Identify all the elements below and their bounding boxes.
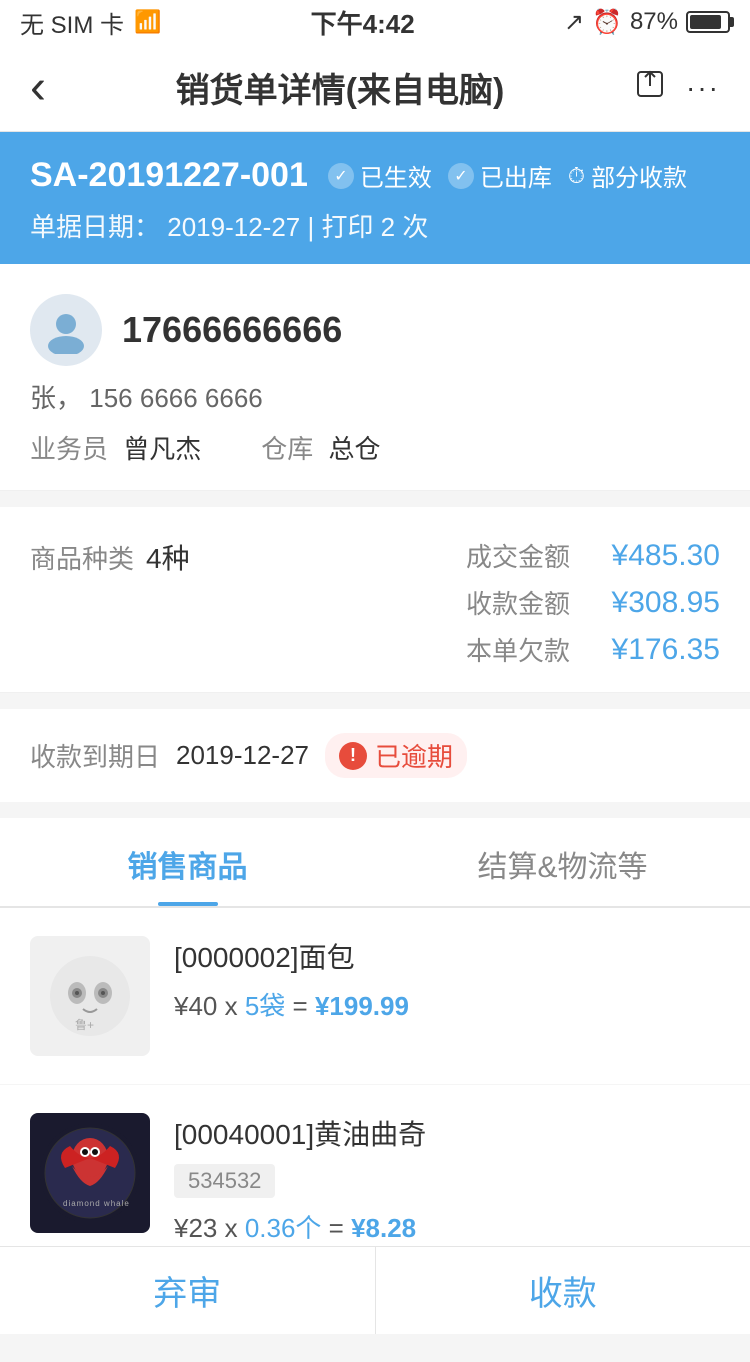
tab-settlement[interactable]: 结算&物流等: [375, 818, 750, 906]
cancel-label: 弃审: [153, 1266, 221, 1315]
product-type-value: 4种: [146, 537, 190, 577]
customer-phone: 17666666666: [122, 309, 342, 351]
customer-detail: 张， 156 6666 6666: [30, 378, 720, 415]
order-id: SA-20191227-001: [30, 156, 308, 195]
deal-amount-label: 成交金额: [466, 537, 570, 574]
due-date-label: 收款到期日: [30, 737, 160, 774]
order-header-top: SA-20191227-001 ✓ 已生效 ✓ 已出库 ⏱ 部分收款: [30, 156, 720, 195]
order-date-value: 2019-12-27: [167, 212, 300, 242]
print-info: | 打印 2 次: [307, 212, 428, 242]
warehouse-label: 仓库: [261, 434, 313, 464]
battery-label: 87%: [630, 8, 678, 36]
badge-partial-label: 部分收款: [591, 158, 687, 193]
location-icon: ↗: [564, 8, 584, 37]
product-info-1: [0000002]面包 ¥40 x 5袋 = ¥199.99: [174, 936, 720, 1023]
product-image-2: diamond whale: [30, 1113, 150, 1233]
customer-name-label: 张，: [30, 383, 82, 413]
order-header: SA-20191227-001 ✓ 已生效 ✓ 已出库 ⏱ 部分收款 单据日期：…: [0, 132, 750, 264]
badge-shipped: ✓ 已出库: [448, 158, 552, 193]
clock-icon: ⏱: [568, 163, 585, 189]
wifi-icon: 📶: [134, 9, 161, 35]
tabs-container: 销售商品 结算&物流等: [0, 818, 750, 906]
badge-shipped-label: 已出库: [480, 158, 552, 193]
tab-settlement-label: 结算&物流等: [477, 851, 647, 884]
deal-amount-value: ¥485.30: [590, 539, 720, 573]
status-left: 无 SIM 卡 📶: [20, 5, 161, 40]
cancel-button[interactable]: 弃审: [0, 1247, 376, 1334]
sales-person-row: 业务员 曾凡杰: [30, 429, 201, 466]
sales-person-value: 曾凡杰: [123, 434, 201, 464]
owed-label: 本单欠款: [466, 631, 570, 668]
tabs-section: 销售商品 结算&物流等: [0, 818, 750, 908]
battery-icon: [686, 11, 730, 33]
amount-section: 成交金额 ¥485.30 收款金额 ¥308.95 本单欠款 ¥176.35: [466, 537, 720, 668]
avatar: [30, 294, 102, 366]
overdue-text: 已逾期: [375, 737, 453, 774]
warehouse-value: 总仓: [329, 434, 381, 464]
badge-effective-label: 已生效: [360, 158, 432, 193]
owed-value: ¥176.35: [590, 633, 720, 667]
owed-row: 本单欠款 ¥176.35: [466, 631, 720, 668]
product-info-2: [00040001]黄油曲奇 534532 ¥23 x 0.36个 = ¥8.2…: [174, 1113, 720, 1245]
carrier-label: 无 SIM 卡: [20, 5, 124, 40]
product-price-2: ¥23 x 0.36个 = ¥8.28: [174, 1208, 720, 1245]
product-name-1: [0000002]面包: [174, 936, 720, 976]
customer-top: 17666666666: [30, 294, 720, 366]
bottom-bar: 弃审 收款: [0, 1246, 750, 1334]
received-row: 收款金额 ¥308.95: [466, 584, 720, 621]
back-button[interactable]: ‹: [30, 60, 46, 115]
check-icon-1: ✓: [328, 163, 354, 189]
more-button[interactable]: ···: [686, 72, 720, 104]
products-section: 鲁+ [0000002]面包 ¥40 x 5袋 = ¥199.99: [0, 908, 750, 1274]
due-date-value: 2019-12-27: [176, 740, 309, 771]
nav-bar: ‹ 销货单详情(来自电脑) ···: [0, 44, 750, 132]
customer-meta: 业务员 曾凡杰 仓库 总仓: [30, 429, 720, 466]
stats-section: 商品种类 4种 成交金额 ¥485.30 收款金额 ¥308.95 本单欠款 ¥…: [0, 507, 750, 693]
svg-text:鲁+: 鲁+: [75, 1018, 94, 1032]
page-title: 销货单详情(来自电脑): [176, 63, 505, 112]
order-date-row: 单据日期： 2019-12-27 | 打印 2 次: [30, 207, 720, 244]
nav-actions: ···: [634, 68, 720, 108]
warehouse-row: 仓库 总仓: [261, 429, 380, 466]
stats-row: 商品种类 4种 成交金额 ¥485.30 收款金额 ¥308.95 本单欠款 ¥…: [30, 537, 720, 668]
overdue-badge: ! 已逾期: [325, 733, 467, 778]
customer-section: 17666666666 张， 156 6666 6666 业务员 曾凡杰 仓库 …: [0, 264, 750, 491]
due-date-section: 收款到期日 2019-12-27 ! 已逾期: [0, 709, 750, 802]
overdue-warning-icon: !: [339, 742, 367, 770]
customer-alt-phone: 156 6666 6666: [89, 383, 263, 413]
status-bar: 无 SIM 卡 📶 下午4:42 ↗ ⏰ 87%: [0, 0, 750, 44]
status-time: 下午4:42: [311, 4, 415, 41]
date-label: 单据日期：: [30, 212, 160, 242]
sales-person-label: 业务员: [30, 434, 108, 464]
received-label: 收款金额: [466, 584, 570, 621]
product-sku-2: 534532: [174, 1164, 275, 1198]
product-price-1: ¥40 x 5袋 = ¥199.99: [174, 986, 720, 1023]
status-badges: ✓ 已生效 ✓ 已出库 ⏱ 部分收款: [328, 158, 687, 193]
pay-label: 收款: [529, 1266, 597, 1315]
share-button[interactable]: [634, 68, 666, 108]
pay-button[interactable]: 收款: [376, 1247, 750, 1334]
product-image-1: 鲁+: [30, 936, 150, 1056]
product-item: 鲁+ [0000002]面包 ¥40 x 5袋 = ¥199.99: [0, 908, 750, 1085]
check-icon-2: ✓: [448, 163, 474, 189]
product-type-label: 商品种类: [30, 539, 134, 576]
status-right: ↗ ⏰ 87%: [564, 8, 730, 37]
svg-text:diamond whale: diamond whale: [63, 1199, 130, 1208]
received-value: ¥308.95: [590, 586, 720, 620]
badge-effective: ✓ 已生效: [328, 158, 432, 193]
badge-partial: ⏱ 部分收款: [568, 158, 687, 193]
alarm-icon: ⏰: [592, 8, 622, 37]
product-type-section: 商品种类 4种: [30, 537, 190, 577]
tab-sales-products[interactable]: 销售商品: [0, 818, 375, 906]
deal-amount-row: 成交金额 ¥485.30: [466, 537, 720, 574]
tab-sales-products-label: 销售商品: [128, 851, 248, 884]
product-name-2: [00040001]黄油曲奇: [174, 1113, 720, 1153]
